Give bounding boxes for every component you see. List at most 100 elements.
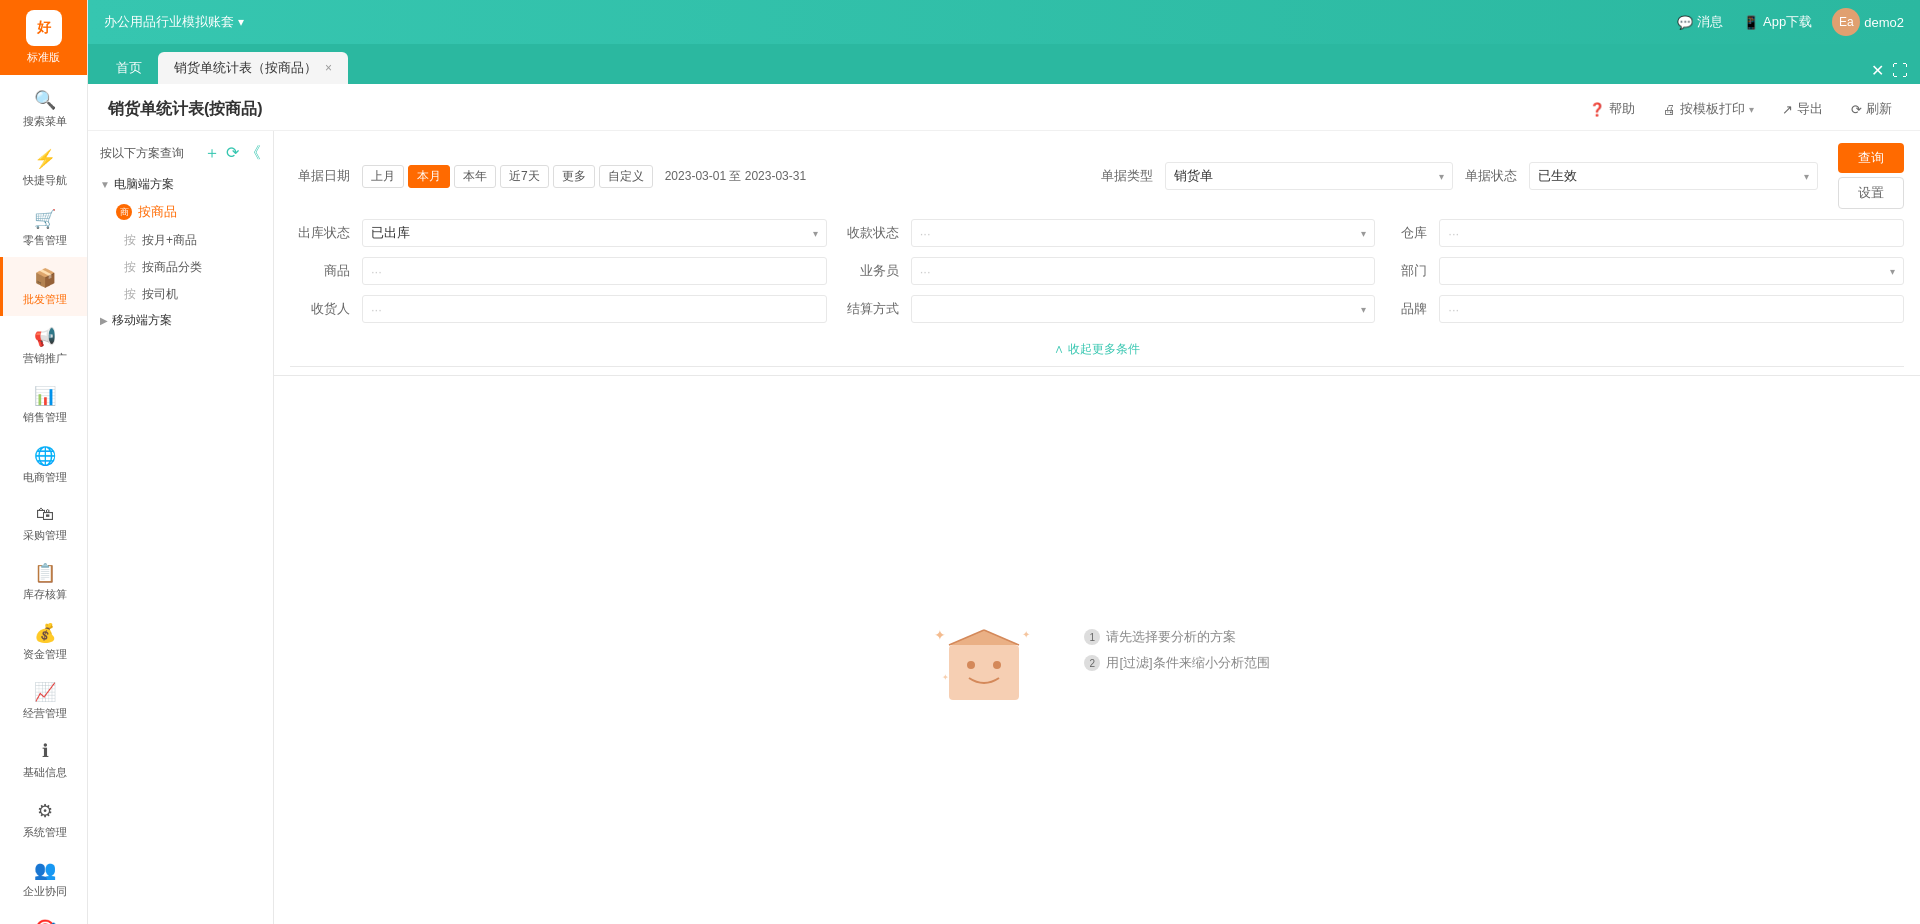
sidebar-item-quick-nav[interactable]: ⚡ 快捷导航 — [0, 138, 87, 197]
empty-tip-1: 1 请先选择要分析的方案 — [1084, 628, 1269, 646]
sidebar-item-label: 快捷导航 — [23, 173, 67, 187]
scheme-item-label: 按商品 — [138, 203, 177, 221]
department-select[interactable]: ▾ — [1439, 257, 1904, 285]
scheme-panel-header: 按以下方案查询 ＋ ⟳ 《 — [88, 139, 273, 172]
filter-area: 单据日期 上月 本月 本年 近7天 更多 自定义 2023-03-01 至 20… — [274, 131, 1920, 376]
sidebar-item-purchase[interactable]: 🛍 采购管理 — [0, 494, 87, 552]
empty-state: ✦ ✦ ✦ 1 请先选择要分析的方案 — [274, 376, 1920, 924]
date-btn-more[interactable]: 更多 — [553, 165, 595, 188]
sub-item-icon: 按 — [124, 259, 136, 276]
print-btn[interactable]: 🖨 按模板打印 ▾ — [1655, 96, 1762, 122]
scheme-item-by-goods[interactable]: 商 按商品 — [88, 197, 273, 227]
download-btn[interactable]: 📱 App下载 — [1743, 13, 1812, 31]
marketing-icon: 📢 — [34, 326, 56, 348]
refresh-btn[interactable]: ⟳ 刷新 — [1843, 96, 1900, 122]
scheme-add-icon[interactable]: ＋ — [204, 143, 220, 164]
tab-sales-stat[interactable]: 销货单统计表（按商品） × — [158, 52, 348, 84]
sidebar-item-retail[interactable]: 🛒 零售管理 — [0, 198, 87, 257]
salesman-select[interactable]: ··· — [911, 257, 1376, 285]
sidebar-item-corp[interactable]: 👥 企业协同 — [0, 849, 87, 908]
retail-icon: 🛒 — [34, 208, 56, 230]
scheme-category-pc[interactable]: ▼ 电脑端方案 — [88, 172, 273, 197]
inventory-icon: 📋 — [34, 562, 56, 584]
user-avatar-btn[interactable]: Ea demo2 — [1832, 8, 1904, 36]
sidebar-item-wholesale[interactable]: 📦 批发管理 — [0, 257, 87, 316]
home-tab-label: 首页 — [116, 59, 142, 77]
topbar: 办公用品行业模拟账套 ▾ 💬 消息 📱 App下载 Ea demo2 — [88, 0, 1920, 44]
date-btn-this-year[interactable]: 本年 — [454, 165, 496, 188]
app-selector[interactable]: 办公用品行业模拟账套 — [104, 13, 234, 31]
scheme-item-by-month-goods[interactable]: 按 按月+商品 — [88, 227, 273, 254]
finance-icon: 💰 — [34, 622, 56, 644]
logo-icon: 好 — [26, 10, 62, 46]
sidebar-item-base[interactable]: ℹ 基础信息 — [0, 730, 87, 789]
svg-text:✦: ✦ — [1022, 629, 1030, 640]
receiver-select[interactable]: ··· — [362, 295, 827, 323]
purchase-icon: 🛍 — [36, 504, 54, 525]
sidebar-item-label: 经营管理 — [23, 706, 67, 720]
print-icon: 🖨 — [1663, 102, 1676, 117]
date-btn-7days[interactable]: 近7天 — [500, 165, 549, 188]
tab-home[interactable]: 首页 — [100, 52, 158, 84]
sidebar-item-label: 库存核算 — [23, 587, 67, 601]
sidebar-item-label: 资金管理 — [23, 647, 67, 661]
brand-label: 品牌 — [1387, 300, 1427, 318]
receiver-value: ··· — [371, 302, 382, 317]
close-window-btn[interactable]: ✕ — [1871, 61, 1884, 80]
search-btn[interactable]: 查询 — [1838, 143, 1904, 173]
doc-type-value: 销货单 — [1174, 167, 1213, 185]
scheme-collapse-icon[interactable]: 《 — [245, 143, 261, 164]
collapse-filter-btn[interactable]: ∧ 收起更多条件 — [290, 333, 1904, 367]
sidebar-item-label: 采购管理 — [23, 528, 67, 542]
payment-method-select[interactable]: ▾ — [911, 295, 1376, 323]
date-range-display: 2023-03-01 至 2023-03-31 — [665, 168, 806, 185]
receipt-status-select[interactable]: ··· ▾ — [911, 219, 1376, 247]
warehouse-select[interactable]: ··· — [1439, 219, 1904, 247]
salesman-value: ··· — [920, 264, 931, 279]
doc-type-select[interactable]: 销货单 ▾ — [1165, 162, 1454, 190]
date-btn-this-month[interactable]: 本月 — [408, 165, 450, 188]
scheme-item-by-category[interactable]: 按 按商品分类 — [88, 254, 273, 281]
scheme-sub-item-label: 按商品分类 — [142, 259, 202, 276]
close-tab-btn[interactable]: × — [325, 61, 332, 75]
sidebar-item-system[interactable]: ⚙ 系统管理 — [0, 790, 87, 849]
maximize-btn[interactable]: ⛶ — [1892, 62, 1908, 80]
topbar-left: 办公用品行业模拟账套 ▾ — [104, 13, 244, 31]
sidebar-item-finance[interactable]: 💰 资金管理 — [0, 612, 87, 671]
date-btn-custom[interactable]: 自定义 — [599, 165, 653, 188]
pc-category-collapse-icon: ▼ — [100, 179, 110, 190]
date-shortcuts: 上月 本月 本年 近7天 更多 自定义 — [362, 165, 653, 188]
sidebar-item-inventory[interactable]: 📋 库存核算 — [0, 552, 87, 611]
sidebar-item-ecom[interactable]: 🌐 电商管理 — [0, 435, 87, 494]
refresh-icon: ⟳ — [1851, 102, 1862, 117]
date-btn-last-month[interactable]: 上月 — [362, 165, 404, 188]
sidebar-item-sales[interactable]: 📊 销售管理 — [0, 375, 87, 434]
doc-status-select[interactable]: 已生效 ▾ — [1529, 162, 1818, 190]
sidebar-item-search[interactable]: 🔍 搜索菜单 — [0, 79, 87, 138]
out-status-select[interactable]: 已出库 ▾ — [362, 219, 827, 247]
mobile-category-expand-icon: ▶ — [100, 315, 108, 326]
tip-num-1: 1 — [1084, 629, 1100, 645]
empty-tips: 1 请先选择要分析的方案 2 用[过滤]条件来缩小分析范围 — [1084, 628, 1269, 672]
topbar-right: 💬 消息 📱 App下载 Ea demo2 — [1677, 8, 1904, 36]
empty-tip-2: 2 用[过滤]条件来缩小分析范围 — [1084, 654, 1269, 672]
scheme-item-by-driver[interactable]: 按 按司机 — [88, 281, 273, 308]
help-btn[interactable]: ❓ 帮助 — [1581, 96, 1643, 122]
app-selector-arrow[interactable]: ▾ — [238, 15, 244, 29]
page-header: 销货单统计表(按商品) ❓ 帮助 🖨 按模板打印 ▾ ↗ 导出 — [88, 84, 1920, 131]
empty-illustration: ✦ ✦ ✦ — [924, 590, 1044, 710]
sidebar-item-marketing[interactable]: 📢 营销推广 — [0, 316, 87, 375]
settings-btn[interactable]: 设置 — [1838, 177, 1904, 209]
quick-nav-icon: ⚡ — [34, 148, 56, 170]
sidebar-item-guide[interactable]: 🎯 新手引导 — [0, 908, 87, 924]
scheme-category-mobile[interactable]: ▶ 移动端方案 — [88, 308, 273, 333]
sub-item-icon: 按 — [124, 232, 136, 249]
brand-select[interactable]: ··· — [1439, 295, 1904, 323]
page-title: 销货单统计表(按商品) — [108, 99, 263, 120]
sidebar-item-ops[interactable]: 📈 经营管理 — [0, 671, 87, 730]
goods-select[interactable]: ··· — [362, 257, 827, 285]
export-btn[interactable]: ↗ 导出 — [1774, 96, 1831, 122]
scheme-refresh-icon[interactable]: ⟳ — [226, 143, 239, 164]
sidebar-item-label: 批发管理 — [23, 292, 67, 306]
message-btn[interactable]: 💬 消息 — [1677, 13, 1723, 31]
